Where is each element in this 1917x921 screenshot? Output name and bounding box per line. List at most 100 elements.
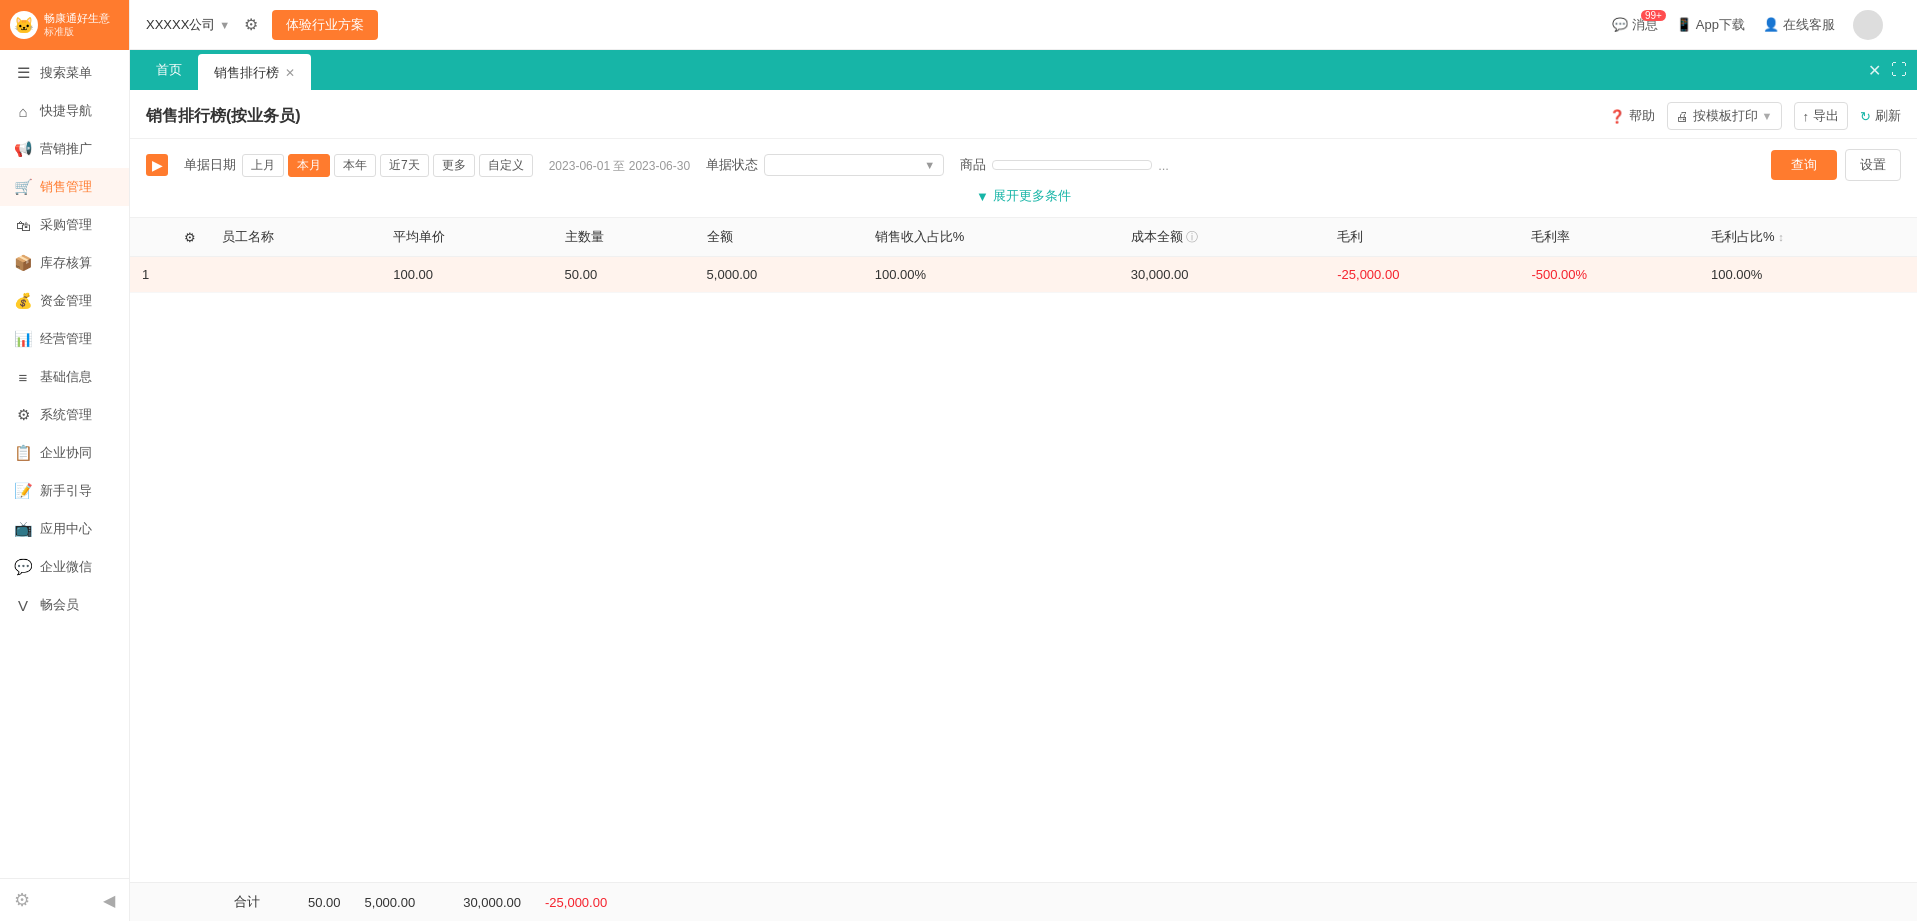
service-icon: 👤 [1763,17,1779,32]
date-label: 单据日期 [184,156,236,174]
set-btn[interactable]: 设置 [1845,149,1901,181]
tab-home[interactable]: 首页 [140,50,198,90]
sidebar-item-system-mgmt[interactable]: ⚙ 系统管理 [0,396,129,434]
table-row: 1 100.00 50.00 5,000.00 100.00% 30,000.0… [130,257,1917,293]
col-amount: 全额 [695,218,863,257]
company-selector[interactable]: XXXXX公司 ▼ [146,16,230,34]
more-btn[interactable]: 更多 [433,154,475,177]
col-employee: 员工名称 [210,218,381,257]
sidebar-settings-icon[interactable]: ⚙ [14,889,30,911]
col-avg-price: 平均单价 [381,218,552,257]
content: 销售排行榜(按业务员) ❓ 帮助 🖨 按模板打印 ▼ ↑ 导出 [130,90,1917,921]
enterprise-wechat-icon: 💬 [14,558,32,576]
sales-mgmt-icon: 🛒 [14,178,32,196]
sidebar-item-enterprise-wechat[interactable]: 💬 企业微信 [0,548,129,586]
refresh-btn[interactable]: ↻ 刷新 [1860,107,1901,125]
cell-employee [210,257,381,293]
filter-date-item: 单据日期 上月 本月 本年 近7天 更多 自定义 [184,154,533,177]
sidebar-item-app-center[interactable]: 📺 应用中心 [0,510,129,548]
inventory-icon: 📦 [14,254,32,272]
app-download-btn[interactable]: 📱 App下载 [1676,16,1745,34]
tab-sales-ranking[interactable]: 销售排行榜 ✕ [198,54,311,90]
sidebar-item-finance[interactable]: 💰 资金管理 [0,282,129,320]
main-area: XXXXX公司 ▼ ⚙ 体验行业方案 💬 消息 99+ 📱 App下载 👤 在线… [130,0,1917,921]
col-settings[interactable]: ⚙ [170,218,210,257]
membership-icon: V [14,597,32,614]
app-download-icon: 📱 [1676,17,1692,32]
sidebar-logo: 🐱 畅康通好生意 标准版 [0,0,129,50]
sidebar-item-inventory[interactable]: 📦 库存核算 [0,244,129,282]
export-icon: ↑ [1803,109,1810,124]
cell-avg-price: 100.00 [381,257,552,293]
col-rank [130,218,170,257]
page-header: 销售排行榜(按业务员) ❓ 帮助 🖨 按模板打印 ▼ ↑ 导出 [130,90,1917,139]
cost-amount-help-icon[interactable]: ⓘ [1186,230,1198,244]
footer-gross-profit: -25,000.00 [545,895,607,910]
sidebar-item-marketing[interactable]: 📢 营销推广 [0,130,129,168]
table-container: ⚙ 员工名称 平均单价 主数量 [130,218,1917,882]
sidebar-item-label: 基础信息 [40,368,92,386]
col-cost-amount: 成本全额 ⓘ [1119,218,1326,257]
sidebar-item-label: 系统管理 [40,406,92,424]
basic-info-icon: ≡ [14,369,32,386]
query-btn[interactable]: 查询 [1771,150,1837,180]
table-settings-icon: ⚙ [184,230,196,245]
sidebar-item-operations[interactable]: 📊 经营管理 [0,320,129,358]
sidebar-item-search-orders[interactable]: ☰ 搜索菜单 [0,54,129,92]
purchase-mgmt-icon: 🛍 [14,217,32,234]
export-label: 导出 [1813,107,1839,125]
sidebar-item-sales-mgmt[interactable]: 🛒 销售管理 [0,168,129,206]
col-main-qty: 主数量 [553,218,695,257]
filter-more-dots[interactable]: ... [1158,158,1169,173]
sidebar-item-enterprise-collab[interactable]: 📋 企业协同 [0,434,129,472]
template-print-btn[interactable]: 🖨 按模板打印 ▼ [1667,102,1782,130]
gross-ratio-sort-icon[interactable]: ↕ [1778,231,1784,243]
sidebar-item-label: 快捷导航 [40,102,92,120]
export-btn[interactable]: ↑ 导出 [1794,102,1849,130]
custom-btn[interactable]: 自定义 [479,154,533,177]
sidebar-item-label: 销售管理 [40,178,92,196]
page-title: 销售排行榜(按业务员) [146,106,301,127]
this-year-btn[interactable]: 本年 [334,154,376,177]
logo-sub: 标准版 [44,25,110,39]
sidebar-item-purchase-mgmt[interactable]: 🛍 采购管理 [0,206,129,244]
tab-fullscreen-icon[interactable]: ⛶ [1891,61,1907,80]
message-btn[interactable]: 💬 消息 99+ [1612,16,1658,34]
prev-month-btn[interactable]: 上月 [242,154,284,177]
expand-more-icon: ▼ [976,189,989,204]
cell-cost-amount: 30,000.00 [1119,257,1326,293]
cell-sales-ratio: 100.00% [863,257,1119,293]
7days-btn[interactable]: 近7天 [380,154,429,177]
sidebar-item-membership[interactable]: V 畅会员 [0,586,129,624]
data-table: ⚙ 员工名称 平均单价 主数量 [130,218,1917,293]
refresh-label: 刷新 [1875,107,1901,125]
sidebar-item-basic-info[interactable]: ≡ 基础信息 [0,358,129,396]
date-buttons: 上月 本月 本年 近7天 更多 自定义 [242,154,533,177]
cell-amount: 5,000.00 [695,257,863,293]
finance-icon: 💰 [14,292,32,310]
col-gross-profit: 毛利 [1325,218,1519,257]
sidebar: 🐱 畅康通好生意 标准版 ☰ 搜索菜单 ⌂ 快捷导航 📢 营销推广 🛒 销售管理… [0,0,130,921]
tab-close-all-icon[interactable]: ✕ [1868,61,1881,80]
sidebar-item-beginner-guide[interactable]: 📝 新手引导 [0,472,129,510]
filter-expand-icon[interactable]: ▶ [146,154,168,176]
nav-tabs-right: ✕ ⛶ [1868,61,1907,80]
goods-select[interactable] [992,160,1152,170]
footer-amount-cell: 5,000.00 [353,895,428,910]
sidebar-item-label: 畅会员 [40,596,79,614]
refresh-icon: ↻ [1860,109,1871,124]
filter-goods-item: 商品 ... [960,156,1169,174]
tab-close-icon[interactable]: ✕ [285,66,295,80]
online-service-btn[interactable]: 👤 在线客服 [1763,16,1835,34]
trial-btn[interactable]: 体验行业方案 [272,10,378,40]
operations-icon: 📊 [14,330,32,348]
expand-more-btn[interactable]: ▼ 展开更多条件 [146,181,1901,207]
sidebar-collapse-icon[interactable]: ◀ [103,891,115,910]
footer-amount: 5,000.00 [365,895,416,910]
status-select[interactable]: ▼ [764,154,944,176]
help-btn[interactable]: ❓ 帮助 [1609,107,1655,125]
this-month-btn[interactable]: 本月 [288,154,330,177]
sidebar-item-quick-nav[interactable]: ⌂ 快捷导航 [0,92,129,130]
topbar-settings-icon[interactable]: ⚙ [244,15,258,34]
user-avatar[interactable] [1853,10,1883,40]
